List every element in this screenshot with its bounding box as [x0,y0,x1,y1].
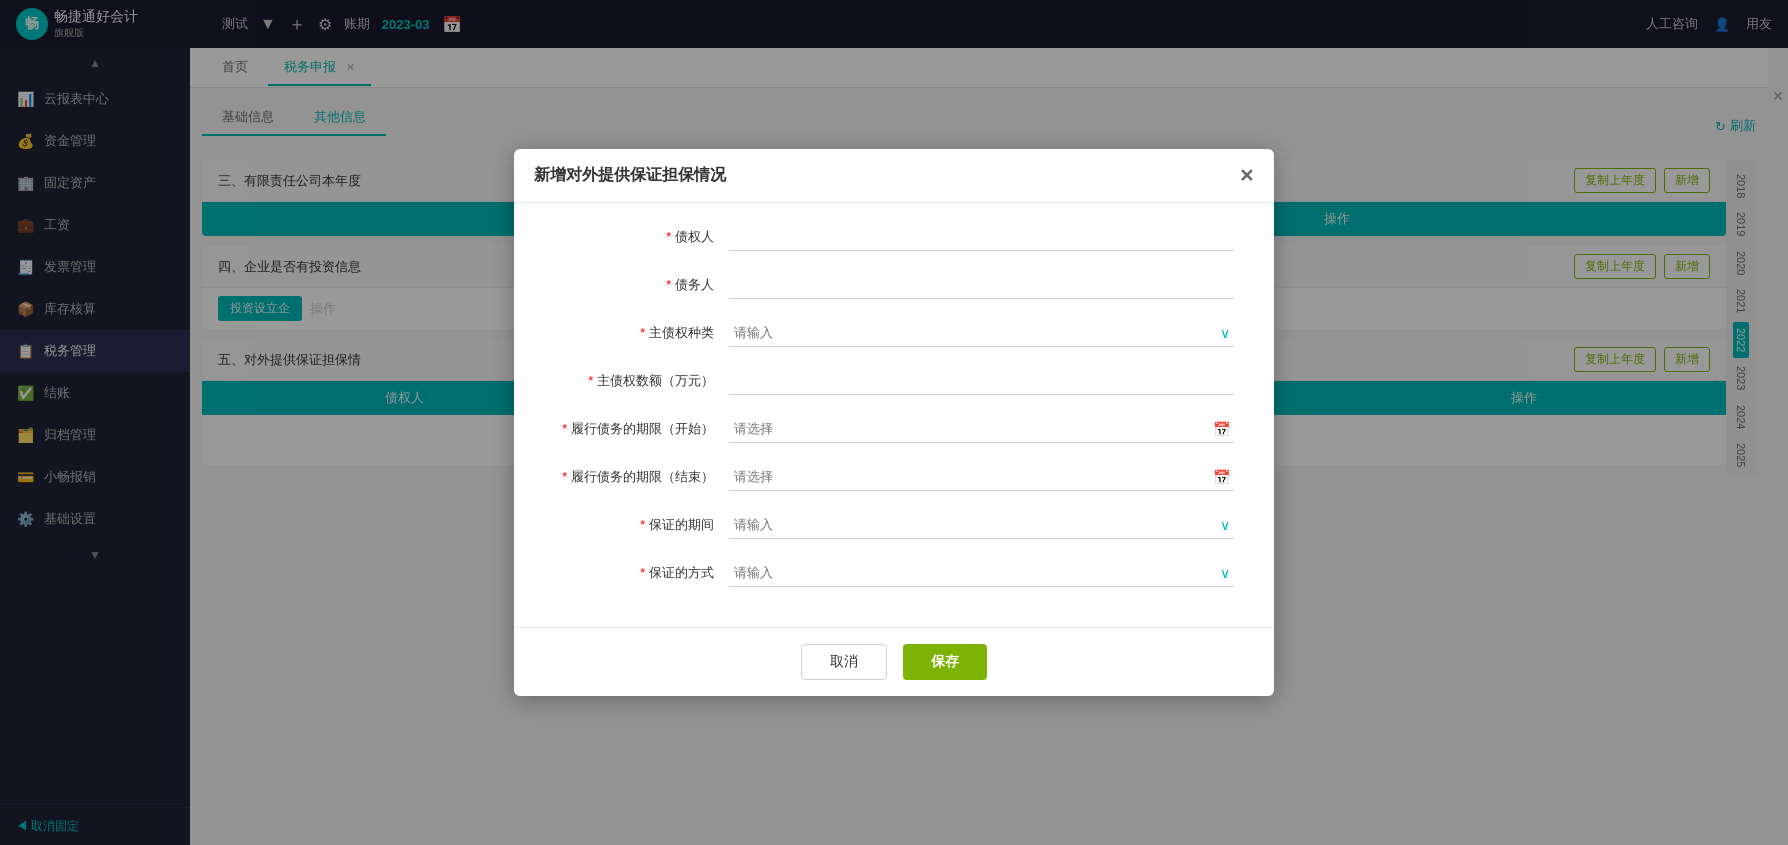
date-duty-start-wrapper: 📅 [730,415,1234,443]
input-duty-start[interactable] [730,415,1209,442]
guarantee-period-dropdown-icon[interactable]: ∨ [1216,517,1234,533]
select-claim-type-wrapper: ∨ [730,319,1234,347]
label-claim-type: * 主债权种类 [554,324,714,342]
save-button[interactable]: 保存 [903,644,987,680]
duty-start-calendar-icon[interactable]: 📅 [1209,421,1234,437]
label-duty-start: * 履行债务的期限（开始） [554,420,714,438]
form-row-duty-end: * 履行债务的期限（结束） 📅 [554,463,1234,491]
form-row-guarantee-method: * 保证的方式 ∨ [554,559,1234,587]
select-guarantee-method-wrapper: ∨ [730,559,1234,587]
label-debtor: * 债务人 [554,276,714,294]
input-guarantee-method[interactable] [730,559,1216,586]
label-claim-amount: * 主债权数额（万元） [554,372,714,390]
claim-type-dropdown-icon[interactable]: ∨ [1216,325,1234,341]
label-duty-end: * 履行债务的期限（结束） [554,468,714,486]
select-guarantee-period-wrapper: ∨ [730,511,1234,539]
dialog-body: * 债权人 * 债务人 * 主债权种类 [514,203,1274,627]
dialog-title: 新增对外提供保证担保情况 [534,165,726,186]
label-creditor: * 债权人 [554,228,714,246]
dialog-guarantee: 新增对外提供保证担保情况 ✕ * 债权人 * 债务人 [514,149,1274,696]
input-debtor[interactable] [730,271,1234,299]
duty-end-calendar-icon[interactable]: 📅 [1209,469,1234,485]
input-guarantee-period[interactable] [730,511,1216,538]
dialog-header: 新增对外提供保证担保情况 ✕ [514,149,1274,203]
form-row-guarantee-period: * 保证的期间 ∨ [554,511,1234,539]
form-row-debtor: * 债务人 [554,271,1234,299]
input-creditor[interactable] [730,223,1234,251]
guarantee-method-dropdown-icon[interactable]: ∨ [1216,565,1234,581]
date-duty-end-wrapper: 📅 [730,463,1234,491]
form-row-claim-amount: * 主债权数额（万元） [554,367,1234,395]
cancel-button[interactable]: 取消 [801,644,887,680]
input-claim-type[interactable] [730,319,1216,346]
form-row-creditor: * 债权人 [554,223,1234,251]
dialog-close-btn[interactable]: ✕ [1239,167,1254,185]
form-row-duty-start: * 履行债务的期限（开始） 📅 [554,415,1234,443]
modal-overlay: 新增对外提供保证担保情况 ✕ * 债权人 * 债务人 [0,0,1788,845]
label-guarantee-period: * 保证的期间 [554,516,714,534]
form-row-claim-type: * 主债权种类 ∨ [554,319,1234,347]
dialog-footer: 取消 保存 [514,627,1274,696]
input-claim-amount[interactable] [730,367,1234,395]
label-guarantee-method: * 保证的方式 [554,564,714,582]
input-duty-end[interactable] [730,463,1209,490]
